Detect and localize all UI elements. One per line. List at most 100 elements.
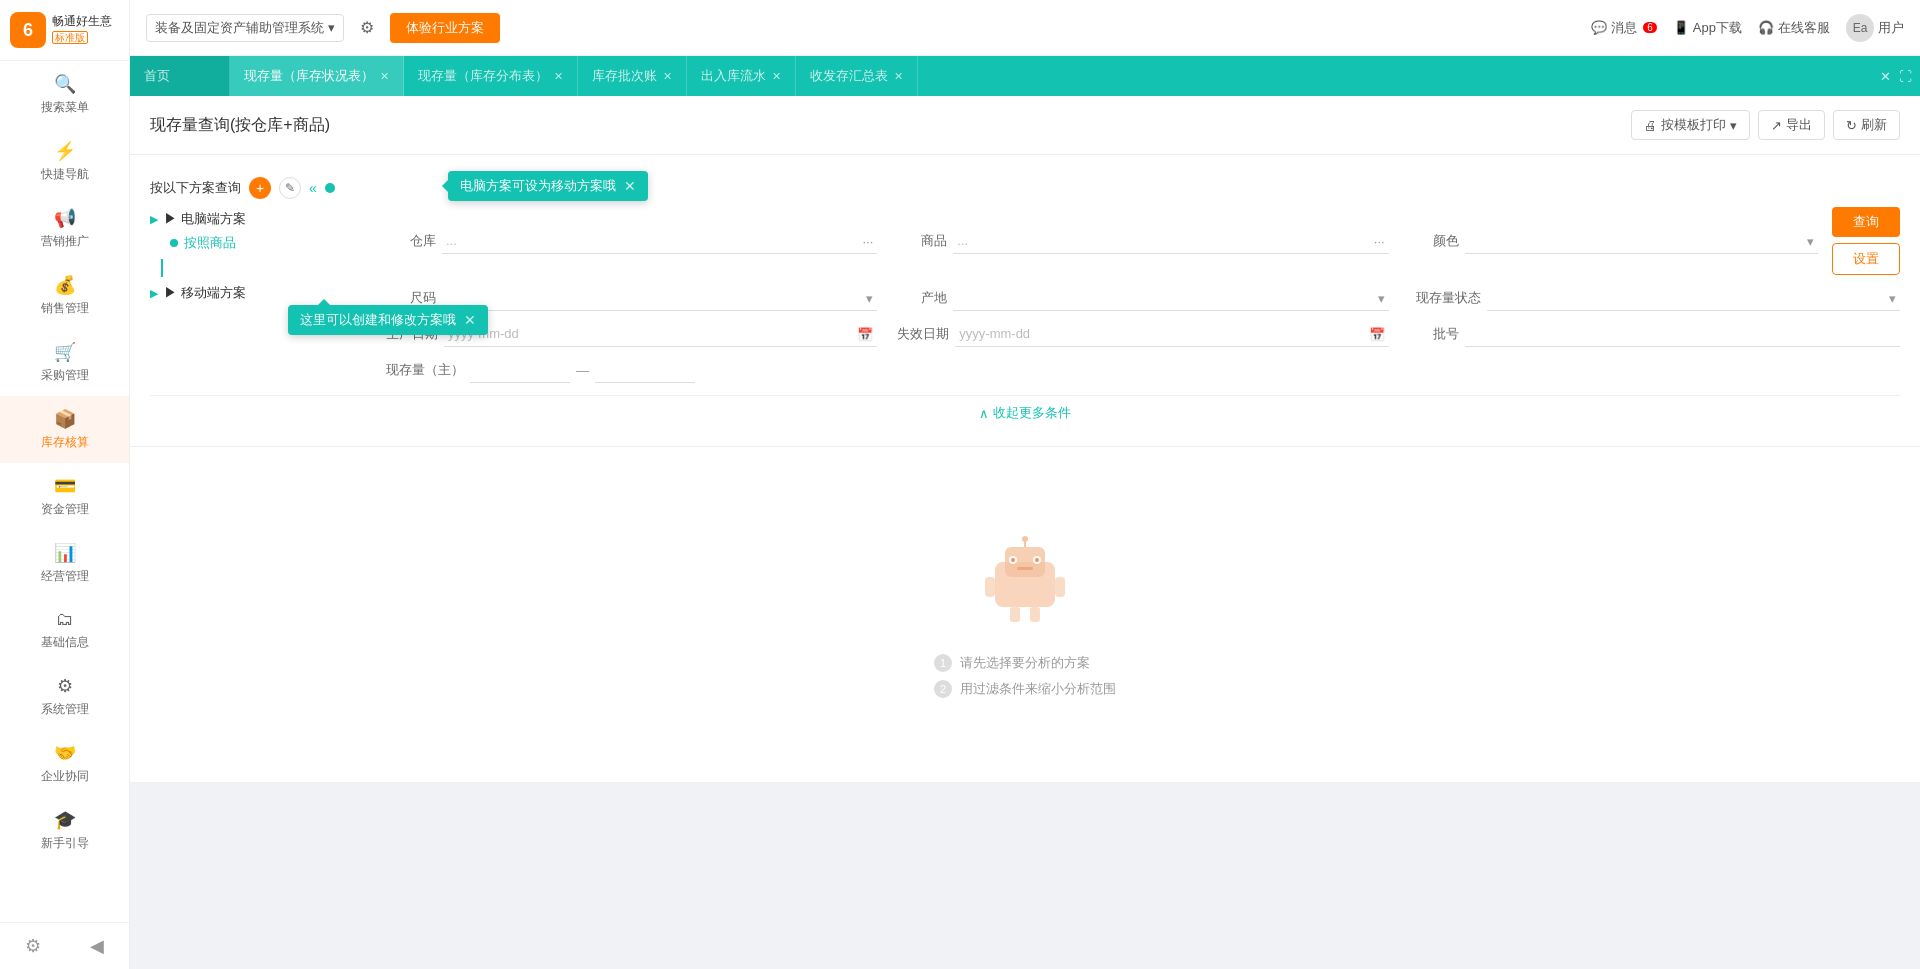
page-header: 现存量查询(按仓库+商品) 🖨 按模板打印 ▾ ↗ 导出 ↻ 刷新 (130, 96, 1920, 155)
tab-expand-icon[interactable]: ⛶ (1899, 69, 1912, 84)
filter-body: ▶ ▶ 电脑端方案 按照商品 (150, 207, 1900, 383)
tab-close-icon[interactable]: ✕ (554, 70, 563, 83)
filter-add-btn[interactable]: + (249, 177, 271, 199)
stock-qty-min-input[interactable] (470, 357, 570, 383)
sidebar-item-label: 新手引导 (41, 835, 89, 852)
filter-cell-batch: 批号 (1409, 321, 1900, 347)
user-action[interactable]: Ea 用户 (1846, 14, 1904, 42)
tooltip-close-btn[interactable]: ✕ (624, 178, 636, 194)
batch-input[interactable] (1465, 321, 1900, 347)
calendar-icon2[interactable]: 📅 (1369, 327, 1385, 342)
sidebar-item-sales[interactable]: 💰 销售管理 (0, 262, 129, 329)
range-separator: — (576, 363, 589, 378)
footer-settings-icon[interactable]: ⚙ (25, 935, 41, 957)
sidebar-item-quicknav[interactable]: ⚡ 快捷导航 (0, 128, 129, 195)
produce-date-input[interactable] (444, 321, 877, 347)
expire-date-input[interactable] (955, 321, 1388, 347)
set-button[interactable]: 设置 (1832, 243, 1900, 275)
tab-close-icon[interactable]: ✕ (772, 70, 781, 83)
quick-nav-icon: ⚡ (54, 140, 76, 162)
system-name-select[interactable]: 装备及固定资产辅助管理系统 ▾ (146, 14, 344, 42)
support-label: 在线客服 (1778, 19, 1830, 37)
scheme-by-goods[interactable]: 按照商品 (170, 231, 360, 255)
tab-flow[interactable]: 出入库流水 ✕ (687, 56, 796, 96)
filter-edit-btn[interactable]: ✎ (279, 177, 301, 199)
tab-home[interactable]: 首页 (130, 56, 230, 96)
refresh-icon: ↻ (1846, 118, 1857, 133)
warehouse-input-wrap: ··· (442, 228, 877, 254)
print-button[interactable]: 🖨 按模板打印 ▾ (1631, 110, 1750, 140)
stock-status-select[interactable] (1487, 285, 1900, 311)
expire-date-label: 失效日期 (897, 325, 949, 343)
sidebar-item-label: 营销推广 (41, 233, 89, 250)
svg-rect-10 (1055, 577, 1065, 597)
tab-inventory-status[interactable]: 现存量（库存状况表） ✕ (230, 56, 404, 96)
sidebar-item-system[interactable]: ⚙ 系统管理 (0, 663, 129, 730)
tab-close-icon[interactable]: ✕ (894, 70, 903, 83)
svg-rect-11 (1010, 607, 1020, 622)
search-icon: 🔍 (54, 73, 76, 95)
sidebar-item-guide[interactable]: 🎓 新手引导 (0, 797, 129, 864)
sidebar-item-search[interactable]: 🔍 搜索菜单 (0, 61, 129, 128)
filter-label: 按以下方案查询 (150, 179, 241, 197)
tab-batch-account[interactable]: 库存批次账 ✕ (578, 56, 687, 96)
calendar-icon[interactable]: 📅 (857, 327, 873, 342)
message-action[interactable]: 💬 消息 6 (1591, 19, 1657, 37)
sidebar-item-ops[interactable]: 📊 经营管理 (0, 530, 129, 597)
empty-state: 1 请先选择要分析的方案 2 用过滤条件来缩小分析范围 (130, 447, 1920, 782)
empty-tips: 1 请先选择要分析的方案 2 用过滤条件来缩小分析范围 (934, 650, 1116, 702)
empty-tip-1: 1 请先选择要分析的方案 (934, 650, 1116, 676)
stock-qty-range: — (470, 357, 1389, 383)
refresh-button[interactable]: ↻ 刷新 (1833, 110, 1900, 140)
trial-button[interactable]: 体验行业方案 (390, 13, 500, 43)
marketing-icon: 📢 (54, 207, 76, 229)
tooltip-text: 电脑方案可设为移动方案哦 (460, 177, 616, 195)
color-select-wrap: ▾ (1465, 228, 1818, 254)
sidebar-nav: 🔍 搜索菜单 ⚡ 快捷导航 📢 营销推广 💰 销售管理 🛒 采购管理 📦 库存核… (0, 61, 129, 922)
tab-label: 现存量（库存状况表） (244, 67, 374, 85)
scheme-desktop-item[interactable]: ▶ ▶ 电脑端方案 (150, 207, 360, 231)
color-select[interactable] (1465, 228, 1818, 254)
size-select[interactable] (442, 285, 877, 311)
scheme-sub-label: 按照商品 (184, 234, 236, 252)
more-dots-icon: ··· (862, 234, 873, 249)
print-label: 按模板打印 (1661, 116, 1726, 134)
collapse-row[interactable]: ∧ 收起更多条件 (150, 395, 1900, 430)
origin-select[interactable] (953, 285, 1388, 311)
tab-close-icon[interactable]: ✕ (663, 70, 672, 83)
scheme-tooltip-1: 电脑方案可设为移动方案哦 ✕ (448, 171, 648, 201)
tab-inventory-dist[interactable]: 现存量（库存分布表） ✕ (404, 56, 578, 96)
sidebar-item-inventory[interactable]: 📦 库存核算 (0, 396, 129, 463)
footer-collapse-icon[interactable]: ◀ (90, 935, 104, 957)
origin-label: 产地 (897, 289, 947, 307)
filter-back-btn[interactable]: « (309, 180, 317, 196)
tab-close-all-icon[interactable]: ✕ (1880, 69, 1891, 84)
sidebar-item-collab[interactable]: 🤝 企业协同 (0, 730, 129, 797)
message-badge: 6 (1643, 22, 1657, 33)
sidebar-item-finance[interactable]: 💳 资金管理 (0, 463, 129, 530)
stock-qty-max-input[interactable] (595, 357, 695, 383)
connector-dot (325, 183, 335, 193)
gear-icon[interactable]: ⚙ (356, 14, 378, 41)
collab-icon: 🤝 (54, 742, 76, 764)
search-button[interactable]: 查询 (1832, 207, 1900, 237)
online-support-action[interactable]: 🎧 在线客服 (1758, 19, 1830, 37)
export-button[interactable]: ↗ 导出 (1758, 110, 1825, 140)
tab-close-icon[interactable]: ✕ (380, 70, 389, 83)
warehouse-input[interactable] (442, 228, 877, 254)
sidebar-item-purchase[interactable]: 🛒 采购管理 (0, 329, 129, 396)
export-label: 导出 (1786, 116, 1812, 134)
page-title: 现存量查询(按仓库+商品) (150, 115, 330, 136)
tooltip2-close-btn[interactable]: ✕ (464, 312, 476, 328)
sidebar-item-base[interactable]: 🗂 基础信息 (0, 597, 129, 663)
sidebar-item-label: 基础信息 (41, 634, 89, 651)
tab-label: 收发存汇总表 (810, 67, 888, 85)
page-inner: 现存量查询(按仓库+商品) 🖨 按模板打印 ▾ ↗ 导出 ↻ 刷新 (130, 96, 1920, 782)
sidebar-item-marketing[interactable]: 📢 营销推广 (0, 195, 129, 262)
tab-summary[interactable]: 收发存汇总表 ✕ (796, 56, 918, 96)
chevron-up-icon: ∧ (979, 406, 989, 421)
goods-input[interactable] (953, 228, 1388, 254)
export-icon: ↗ (1771, 118, 1782, 133)
inventory-icon: 📦 (54, 408, 76, 430)
app-download-action[interactable]: 📱 App下载 (1673, 19, 1742, 37)
